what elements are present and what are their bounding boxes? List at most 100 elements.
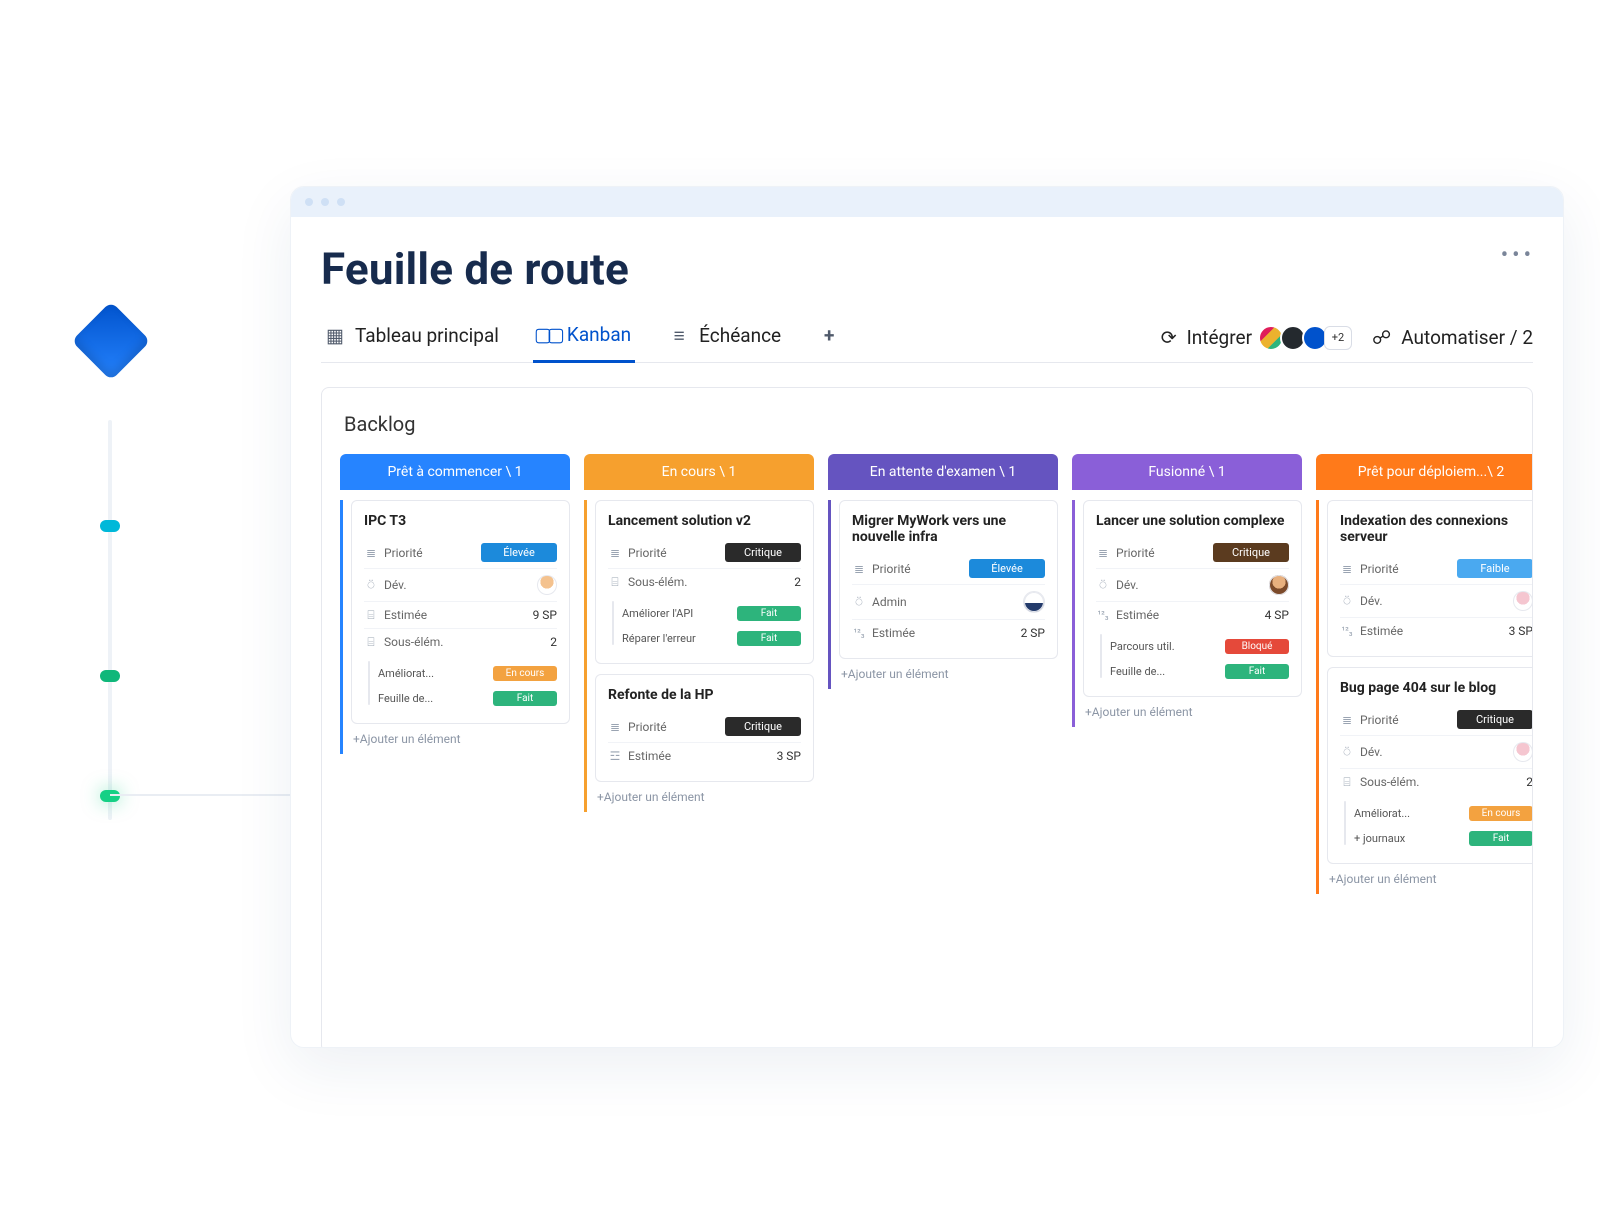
kanban-column-review: En attente d'examen \ 1 Migrer MyWork ve…: [828, 454, 1058, 894]
subtask[interactable]: Feuille de...Fait: [378, 686, 557, 711]
subtask[interactable]: + journauxFait: [1354, 826, 1533, 851]
plus-icon: [819, 326, 839, 346]
kanban-icon: [537, 325, 557, 345]
column-header[interactable]: Prêt pour déploiem...\ 2: [1316, 454, 1533, 490]
sort-icon: [669, 326, 689, 346]
integration-chips: +2: [1262, 325, 1352, 351]
status-badge: Fait: [1225, 664, 1289, 679]
field-label: Priorité: [1360, 713, 1399, 727]
more-menu-icon[interactable]: •••: [1501, 243, 1535, 268]
subtree: Améliorat...En cours + journauxFait: [1340, 801, 1533, 851]
chrome-dot: [321, 198, 329, 206]
status-badge: Fait: [493, 691, 557, 706]
add-item-button[interactable]: +Ajouter un élément: [1085, 705, 1302, 719]
status-badge: Bloqué: [1225, 639, 1289, 654]
field-label: Sous-élém.: [628, 575, 687, 589]
add-item-button[interactable]: +Ajouter un élément: [597, 790, 814, 804]
card-title: Lancement solution v2: [608, 513, 801, 529]
card-complex[interactable]: Lancer une solution complexe PrioritéCri…: [1083, 500, 1302, 697]
kanban-column-ready: Prêt à commencer \ 1 IPC T3 PrioritéÉlev…: [340, 454, 570, 894]
tab-label: Kanban: [567, 323, 631, 346]
field-label: Dév.: [1360, 594, 1383, 608]
estimate-value: 2 SP: [1021, 626, 1045, 640]
app-logo-hex: [40, 260, 182, 422]
integrate-label: Intégrer: [1187, 326, 1252, 349]
integration-more-count[interactable]: +2: [1324, 326, 1352, 350]
kanban-column-in-progress: En cours \ 1 Lancement solution v2 Prior…: [584, 454, 814, 894]
estimate-icon: [364, 608, 378, 622]
window-chrome: [291, 187, 1563, 217]
field-label: Priorité: [628, 720, 667, 734]
status-badge: Fait: [1469, 831, 1533, 846]
timeline-branch: [110, 794, 300, 796]
column-header[interactable]: En cours \ 1: [584, 454, 814, 490]
add-item-button[interactable]: +Ajouter un élément: [353, 732, 570, 746]
subitems-value: 2: [1526, 775, 1533, 789]
field-label: Priorité: [1116, 546, 1155, 560]
card-launch-v2[interactable]: Lancement solution v2 PrioritéCritique S…: [595, 500, 814, 664]
status-badge: Fait: [737, 606, 801, 621]
column-header[interactable]: En attente d'examen \ 1: [828, 454, 1058, 490]
card-title: IPC T3: [364, 513, 557, 529]
subtask[interactable]: Améliorat...En cours: [1354, 801, 1533, 826]
timeline-node: [100, 790, 120, 802]
app-logo-icon: [71, 301, 150, 380]
avatar: [1513, 742, 1533, 762]
subitems-icon: [608, 575, 622, 589]
automate-button[interactable]: Automatiser / 2: [1372, 326, 1533, 349]
field-label: Priorité: [872, 562, 911, 576]
field-label: Sous-élém.: [384, 635, 443, 649]
card-title: Refonte de la HP: [608, 687, 801, 703]
card-refonte-hp[interactable]: Refonte de la HP PrioritéCritique Estimé…: [595, 674, 814, 782]
add-item-button[interactable]: +Ajouter un élément: [841, 667, 1058, 681]
timeline-node: [100, 670, 120, 682]
app-window: ••• Feuille de route Tableau principal K…: [290, 186, 1564, 1048]
priority-badge: Faible: [1457, 559, 1533, 578]
add-item-button[interactable]: +Ajouter un élément: [1329, 872, 1533, 886]
avatar: [1513, 591, 1533, 611]
card-indexing[interactable]: Indexation des connexions serveur Priori…: [1327, 500, 1533, 657]
tab-deadline[interactable]: Échéance: [665, 314, 785, 361]
field-label: Estimée: [628, 749, 671, 763]
tab-label: Échéance: [699, 324, 781, 347]
estimate-value: 3 SP: [1509, 624, 1533, 638]
field-label: Dév.: [1116, 578, 1139, 592]
priority-badge: Élevée: [969, 559, 1045, 578]
priority-icon: [852, 562, 866, 576]
subtask[interactable]: Améliorer l'APIFait: [622, 601, 801, 626]
kanban-column-merged: Fusionné \ 1 Lancer une solution complex…: [1072, 454, 1302, 894]
user-icon: [1096, 578, 1110, 592]
status-badge: Fait: [737, 631, 801, 646]
card-title: Indexation des connexions serveur: [1340, 513, 1533, 545]
priority-badge: Critique: [1213, 543, 1289, 562]
avatar: [537, 575, 557, 595]
field-label: Sous-élém.: [1360, 775, 1419, 789]
estimate-value: 9 SP: [533, 608, 557, 622]
card-bug404[interactable]: Bug page 404 sur le blog PrioritéCritiqu…: [1327, 667, 1533, 864]
card-ipc[interactable]: IPC T3 PrioritéÉlevée Dév. Estimée9 SP S…: [351, 500, 570, 724]
view-tabs: Tableau principal Kanban Échéance: [321, 313, 1533, 363]
user-icon: [1340, 594, 1354, 608]
column-header[interactable]: Fusionné \ 1: [1072, 454, 1302, 490]
priority-badge: Élevée: [481, 543, 557, 562]
subtask[interactable]: Réparer l'erreurFait: [622, 626, 801, 651]
kanban-column-deploy: Prêt pour déploiem...\ 2 Indexation des …: [1316, 454, 1533, 894]
tab-add[interactable]: [815, 316, 843, 360]
subitems-icon: [1340, 775, 1354, 789]
page-title: Feuille de route: [321, 243, 1533, 295]
tab-kanban[interactable]: Kanban: [533, 313, 635, 363]
column-header[interactable]: Prêt à commencer \ 1: [340, 454, 570, 490]
avatar: [1023, 591, 1045, 613]
priority-icon: [608, 720, 622, 734]
user-icon: [364, 578, 378, 592]
subtask[interactable]: Améliorat...En cours: [378, 661, 557, 686]
subitems-icon: [364, 635, 378, 649]
chrome-dot: [305, 198, 313, 206]
integrate-button[interactable]: Intégrer +2: [1161, 325, 1352, 351]
tab-main-table[interactable]: Tableau principal: [321, 314, 503, 361]
subtask[interactable]: Parcours util.Bloqué: [1110, 634, 1289, 659]
card-migrate[interactable]: Migrer MyWork vers une nouvelle infra Pr…: [839, 500, 1058, 659]
subtask[interactable]: Feuille de...Fait: [1110, 659, 1289, 684]
table-icon: [325, 326, 345, 346]
priority-icon: [1096, 546, 1110, 560]
